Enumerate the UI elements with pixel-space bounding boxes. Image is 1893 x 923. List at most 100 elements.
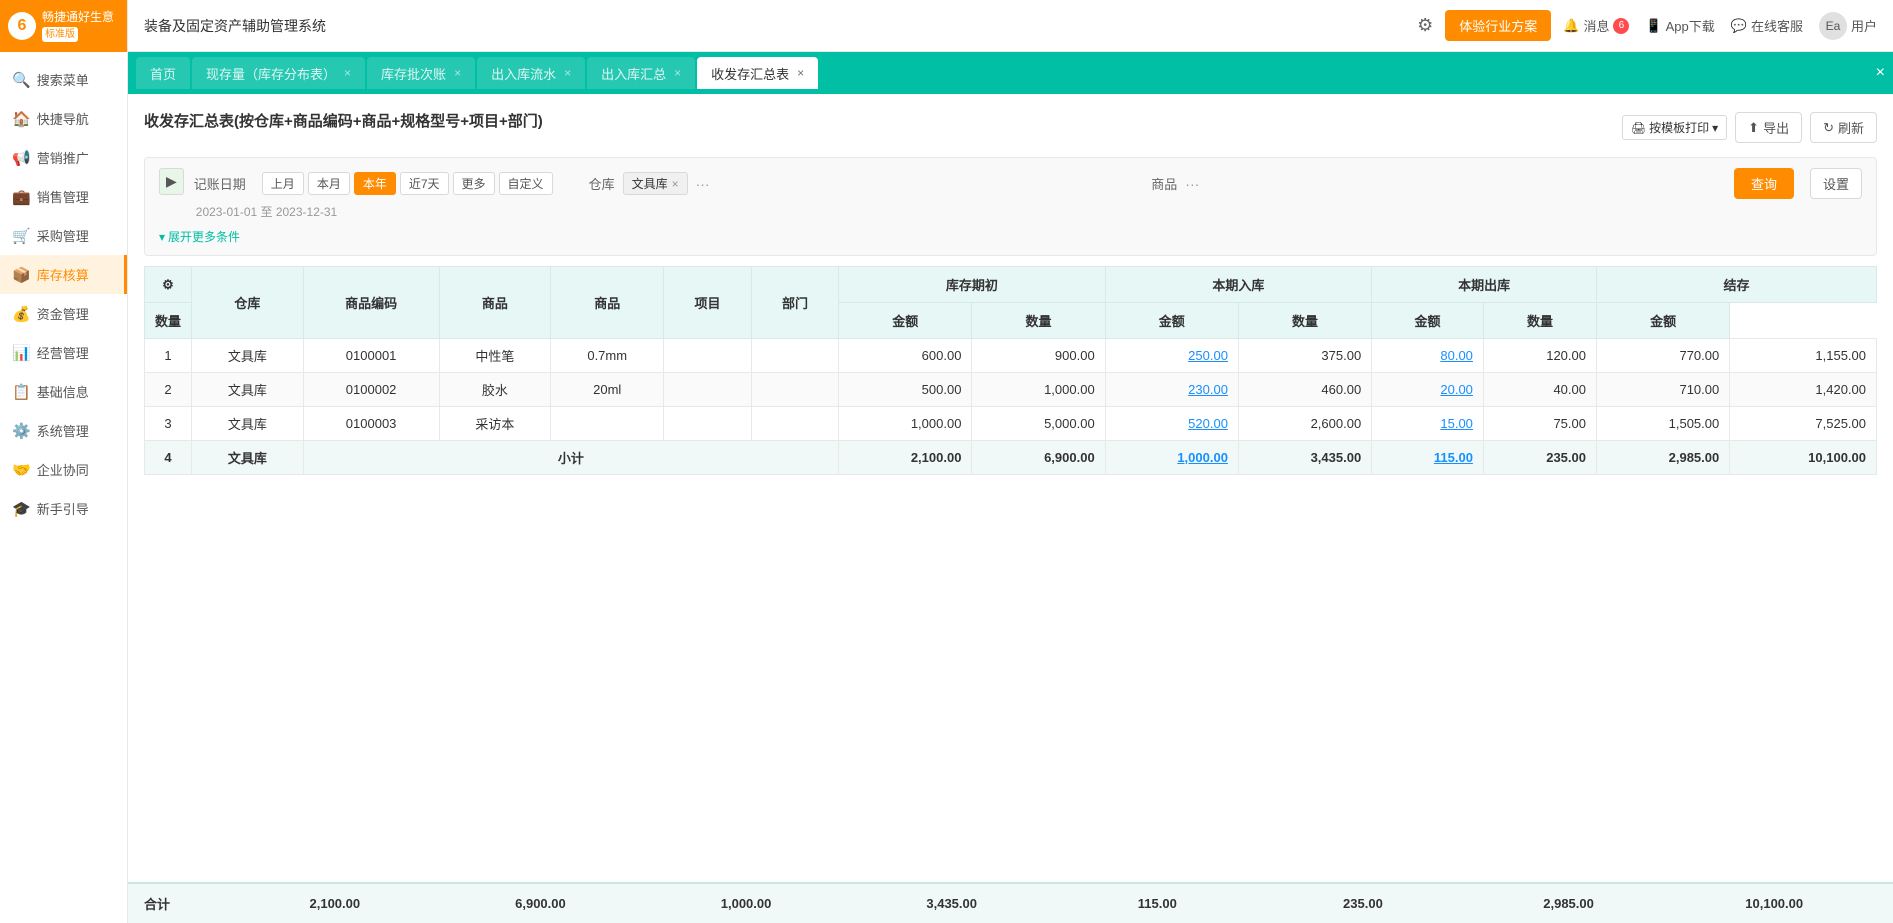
cell-out-qty-2[interactable]: 15.00 xyxy=(1372,407,1484,441)
tab-inventory_distribution[interactable]: 现存量（库存分布表） × xyxy=(192,57,365,89)
enterprise-icon: 🤝 xyxy=(12,461,31,479)
refresh-btn[interactable]: ↻ 刷新 xyxy=(1810,112,1877,143)
notification-action[interactable]: 🔔 消息 6 xyxy=(1563,16,1629,35)
chevron-down-icon: ▾ xyxy=(1712,121,1718,135)
app-download-action[interactable]: 📱 App下载 xyxy=(1645,16,1714,35)
sidebar-item-quick_nav[interactable]: 🏠快捷导航 xyxy=(0,99,127,138)
cell-closing-qty-0: 770.00 xyxy=(1596,339,1729,373)
sidebar-item-system[interactable]: ⚙️系统管理 xyxy=(0,411,127,450)
tab-batch_account[interactable]: 库存批次账× xyxy=(367,57,475,89)
subtotal-in-qty[interactable]: 1,000.00 xyxy=(1105,441,1238,475)
tab-inout_summary[interactable]: 出入库汇总 × xyxy=(587,57,695,89)
tab-receive_send_summary[interactable]: 收发存汇总表× xyxy=(697,57,818,89)
subtotal-out-qty[interactable]: 115.00 xyxy=(1372,441,1484,475)
tab-close-receive_send_summary[interactable]: × xyxy=(797,66,804,80)
tab-home[interactable]: 首页 xyxy=(136,57,190,89)
total-table: 2,100.00 6,900.00 1,000.00 3,435.00 115.… xyxy=(232,892,1877,915)
filter-toggle-btn[interactable]: ▶ xyxy=(159,168,184,195)
tab-label-inventory_distribution: 现存量（库存分布表） xyxy=(206,64,336,83)
sidebar-item-sales[interactable]: 💼 销售管理 xyxy=(0,177,127,216)
th-out-qty: 数量 xyxy=(1238,303,1371,339)
cell-opening-qty-0: 600.00 xyxy=(839,339,972,373)
th-opening-qty: 数量 xyxy=(145,303,192,339)
date-shortcut-更多[interactable]: 更多 xyxy=(453,172,495,195)
sidebar-item-purchase[interactable]: 🛒采购管理 xyxy=(0,216,127,255)
main-area: 装备及固定资产辅助管理系统 ⚙ 体验行业方案 🔔 消息 6 📱 App下载 💬 … xyxy=(128,0,1893,923)
cell-out-qty-1[interactable]: 20.00 xyxy=(1372,373,1484,407)
tab-close-batch_account[interactable]: × xyxy=(454,66,461,80)
th-settings[interactable]: ⚙ xyxy=(145,267,192,303)
sidebar-item-label: 基础信息 xyxy=(37,382,89,401)
cell-out-qty-0[interactable]: 80.00 xyxy=(1372,339,1484,373)
date-shortcut-近7天[interactable]: 近7天 xyxy=(400,172,449,195)
settings-btn[interactable]: 设置 xyxy=(1810,168,1862,199)
bell-icon: 🔔 xyxy=(1563,18,1579,34)
table-row: 1 文具库 0100001 中性笔 0.7mm 600.00 900.00 25… xyxy=(145,339,1877,373)
cell-goods-spec-1: 20ml xyxy=(551,373,664,407)
cell-opening-amt-2: 5,000.00 xyxy=(972,407,1105,441)
th-out-group: 本期出库 xyxy=(1372,267,1597,303)
cell-goods-name-1: 胶水 xyxy=(439,373,551,407)
subtotal-out-amt: 235.00 xyxy=(1483,441,1596,475)
goods-more-dots[interactable]: ··· xyxy=(1185,176,1199,192)
inventory-icon: 📦 xyxy=(12,266,31,284)
user-action[interactable]: Ea 用户 xyxy=(1819,12,1877,40)
sidebar-item-basic_info[interactable]: 📋基础信息 xyxy=(0,372,127,411)
goods-filter-label: 商品 xyxy=(1151,174,1177,193)
sales-icon: 💼 xyxy=(12,188,31,206)
cell-opening-qty-2: 1,000.00 xyxy=(839,407,972,441)
export-btn[interactable]: ⬆ 导出 xyxy=(1735,112,1802,143)
total-closing-qty: 2,985.00 xyxy=(1466,892,1672,915)
quick_nav-icon: 🏠 xyxy=(12,110,31,128)
sidebar: 6 畅捷通好生意 标准版 🔍搜索菜单🏠快捷导航📢营销推广💼销售管理🛒采购管理📦库… xyxy=(0,0,128,923)
query-btn[interactable]: 查询 xyxy=(1734,168,1794,199)
warehouse-filter-tag[interactable]: 文具库 × xyxy=(623,172,688,195)
th-in-group: 本期入库 xyxy=(1105,267,1372,303)
tab-bar-close-btn[interactable]: × xyxy=(1876,64,1885,82)
sidebar-item-operations[interactable]: 📊经营管理 xyxy=(0,333,127,372)
cell-goods-code-1: 0100002 xyxy=(303,373,439,407)
search-icon: 🔍 xyxy=(12,71,31,89)
date-shortcut-上月[interactable]: 上月 xyxy=(262,172,304,195)
warehouse-tag-close-icon[interactable]: × xyxy=(672,177,679,191)
cell-dept-0 xyxy=(751,339,838,373)
total-row: 2,100.00 6,900.00 1,000.00 3,435.00 115.… xyxy=(232,892,1877,915)
total-in-qty: 1,000.00 xyxy=(643,892,849,915)
tab-label-inout_summary: 出入库汇总 xyxy=(601,64,666,83)
app-title: 畅捷通好生意 标准版 xyxy=(42,10,114,43)
date-shortcut-本年[interactable]: 本年 xyxy=(354,172,396,195)
tab-inout_flow[interactable]: 出入库流水× xyxy=(477,57,585,89)
sidebar-item-label: 搜索菜单 xyxy=(37,70,89,89)
sidebar-item-finance[interactable]: 💰资金管理 xyxy=(0,294,127,333)
tab-close-inventory_distribution[interactable]: × xyxy=(344,66,351,80)
settings-icon[interactable]: ⚙ xyxy=(1417,15,1433,36)
date-shortcut-自定义[interactable]: 自定义 xyxy=(499,172,553,195)
sidebar-item-search[interactable]: 🔍 搜索菜单 xyxy=(0,60,127,99)
header-actions: 🔔 消息 6 📱 App下载 💬 在线客服 Ea 用户 xyxy=(1563,12,1877,40)
tab-close-inout_summary[interactable]: × xyxy=(674,66,681,80)
online-service-action[interactable]: 💬 在线客服 xyxy=(1731,16,1803,35)
cell-goods-code-2: 0100003 xyxy=(303,407,439,441)
sidebar-item-label: 销售管理 xyxy=(37,187,89,206)
expand-conditions-btn[interactable]: ▾ 展开更多条件 xyxy=(159,228,1862,245)
top-header: 装备及固定资产辅助管理系统 ⚙ 体验行业方案 🔔 消息 6 📱 App下载 💬 … xyxy=(128,0,1893,52)
sidebar-item-label: 营销推广 xyxy=(37,148,89,167)
sidebar-item-inventory[interactable]: 📦库存核算 xyxy=(0,255,127,294)
warehouse-more-dots[interactable]: ··· xyxy=(696,176,710,192)
cell-opening-qty-1: 500.00 xyxy=(839,373,972,407)
sidebar-item-marketing[interactable]: 📢营销推广 xyxy=(0,138,127,177)
cell-in-qty-1[interactable]: 230.00 xyxy=(1105,373,1238,407)
th-goods-code: 商品编码 xyxy=(303,267,439,339)
trial-button[interactable]: 体验行业方案 xyxy=(1445,10,1551,41)
sidebar-item-guide[interactable]: 🎓新手引导 xyxy=(0,489,127,528)
cell-in-qty-2[interactable]: 520.00 xyxy=(1105,407,1238,441)
total-in-amt: 3,435.00 xyxy=(849,892,1055,915)
print-template-btn[interactable]: 🖨 按模板打印 ▾ xyxy=(1622,115,1727,140)
sidebar-item-enterprise[interactable]: 🤝企业协同 xyxy=(0,450,127,489)
cell-in-amt-1: 460.00 xyxy=(1238,373,1371,407)
page-header-actions: 🖨 按模板打印 ▾ ⬆ 导出 ↻ 刷新 xyxy=(1622,112,1877,143)
th-opening-amt: 金额 xyxy=(839,303,972,339)
tab-close-inout_flow[interactable]: × xyxy=(564,66,571,80)
cell-in-qty-0[interactable]: 250.00 xyxy=(1105,339,1238,373)
date-shortcut-本月[interactable]: 本月 xyxy=(308,172,350,195)
